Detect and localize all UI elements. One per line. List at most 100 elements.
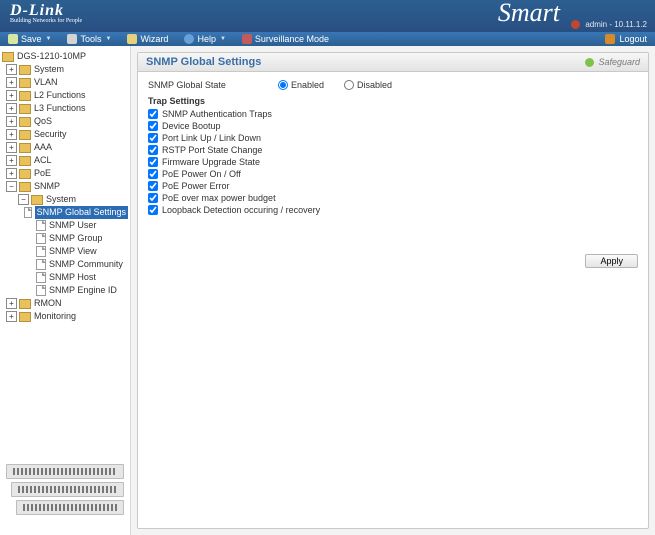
radio-enabled[interactable]: Enabled (278, 80, 324, 90)
help-icon (184, 34, 194, 44)
product-badge: Smart (498, 0, 560, 28)
folder-icon (31, 195, 43, 205)
tree-item-l3-functions[interactable]: +L3 Functions (2, 102, 128, 115)
folder-icon (19, 78, 31, 88)
page-icon (36, 233, 46, 244)
trap-1[interactable]: Device Bootup (148, 120, 638, 132)
radio-disabled-input[interactable] (344, 80, 354, 90)
menu-bar: Save▼ Tools▼ Wizard Help▼ Surveillance M… (0, 32, 655, 46)
folder-icon (19, 169, 31, 179)
toggle-icon[interactable]: − (6, 181, 17, 192)
tree-item-l2-functions[interactable]: +L2 Functions (2, 89, 128, 102)
toggle-icon[interactable]: + (6, 64, 17, 75)
trap-checkbox-7[interactable] (148, 193, 158, 203)
tree-root[interactable]: DGS-1210-10MP (2, 50, 128, 63)
folder-icon (19, 91, 31, 101)
panel-title: SNMP Global Settings (146, 56, 261, 68)
tree-item-aaa[interactable]: +AAA (2, 141, 128, 154)
trap-5[interactable]: PoE Power On / Off (148, 168, 638, 180)
folder-icon (19, 156, 31, 166)
avatar-icon (571, 20, 580, 29)
trap-4[interactable]: Firmware Upgrade State (148, 156, 638, 168)
save-icon (8, 34, 18, 44)
chevron-down-icon: ▼ (105, 36, 111, 42)
menu-wizard[interactable]: Wizard (119, 34, 176, 44)
folder-icon (19, 143, 31, 153)
page-icon (36, 246, 46, 257)
toggle-icon[interactable]: + (6, 311, 17, 322)
toggle-icon[interactable]: + (6, 142, 17, 153)
radio-enabled-input[interactable] (278, 80, 288, 90)
tree-item-qos[interactable]: +QoS (2, 115, 128, 128)
folder-icon (19, 312, 31, 322)
tree-item-vlan[interactable]: +VLAN (2, 76, 128, 89)
menu-tools[interactable]: Tools▼ (59, 34, 119, 44)
logout-button[interactable]: Logout (605, 32, 647, 46)
panel-title-bar: SNMP Global Settings Safeguard (138, 53, 648, 72)
tree-leaf-snmp-host[interactable]: SNMP Host (2, 271, 128, 284)
tree-item-system[interactable]: +System (2, 63, 128, 76)
tree-leaf-snmp-group[interactable]: SNMP Group (2, 232, 128, 245)
logout-icon (605, 34, 615, 44)
trap-checkbox-6[interactable] (148, 181, 158, 191)
page-icon (36, 272, 46, 283)
trap-3[interactable]: RSTP Port State Change (148, 144, 638, 156)
folder-icon (19, 65, 31, 75)
tree-item-snmp-system[interactable]: −System (2, 193, 128, 206)
trap-6[interactable]: PoE Power Error (148, 180, 638, 192)
trap-checkbox-8[interactable] (148, 205, 158, 215)
brand-logo: D-Link Building Networks for People (10, 2, 82, 24)
trap-checkbox-3[interactable] (148, 145, 158, 155)
tree-item-poe[interactable]: +PoE (2, 167, 128, 180)
wizard-icon (127, 34, 137, 44)
menu-surveillance[interactable]: Surveillance Mode (234, 34, 337, 44)
surveillance-icon (242, 34, 252, 44)
toggle-icon[interactable]: + (6, 116, 17, 127)
tree-item-rmon[interactable]: +RMON (2, 297, 128, 310)
tree-leaf-snmp-view[interactable]: SNMP View (2, 245, 128, 258)
trap-0[interactable]: SNMP Authentication Traps (148, 108, 638, 120)
chevron-down-icon: ▼ (46, 36, 52, 42)
toggle-icon[interactable]: + (6, 90, 17, 101)
trap-checkbox-0[interactable] (148, 109, 158, 119)
page-icon (36, 285, 46, 296)
brand-tagline: Building Networks for People (10, 18, 82, 24)
folder-icon (19, 117, 31, 127)
panel-content: SNMP Global State Enabled Disabled Trap … (138, 72, 648, 528)
tree-leaf-snmp-community[interactable]: SNMP Community (2, 258, 128, 271)
toggle-icon[interactable]: − (18, 194, 29, 205)
settings-panel: SNMP Global Settings Safeguard SNMP Glob… (137, 52, 649, 529)
trap-2[interactable]: Port Link Up / Link Down (148, 132, 638, 144)
chevron-down-icon: ▼ (220, 36, 226, 42)
toggle-icon[interactable]: + (6, 298, 17, 309)
page-icon (36, 220, 46, 231)
trap-checkbox-4[interactable] (148, 157, 158, 167)
toggle-icon[interactable]: + (6, 129, 17, 140)
toggle-icon[interactable]: + (6, 77, 17, 88)
tree-leaf-snmp-global-settings[interactable]: SNMP Global Settings (2, 206, 128, 219)
apply-button[interactable]: Apply (585, 254, 638, 268)
folder-icon (2, 52, 14, 62)
safeguard-icon (585, 58, 594, 67)
safeguard-badge: Safeguard (585, 57, 640, 67)
tree-item-monitoring[interactable]: +Monitoring (2, 310, 128, 323)
trap-checkbox-5[interactable] (148, 169, 158, 179)
trap-checkbox-1[interactable] (148, 121, 158, 131)
menu-save[interactable]: Save▼ (0, 34, 59, 44)
tree-leaf-snmp-engine-id[interactable]: SNMP Engine ID (2, 284, 128, 297)
header-bar: D-Link Building Networks for People Smar… (0, 0, 655, 32)
nav-tree: DGS-1210-10MP +System+VLAN+L2 Functions+… (0, 46, 130, 327)
tree-item-snmp[interactable]: −SNMP (2, 180, 128, 193)
trap-8[interactable]: Loopback Detection occuring / recovery (148, 204, 638, 216)
radio-disabled[interactable]: Disabled (344, 80, 392, 90)
tree-item-security[interactable]: +Security (2, 128, 128, 141)
toggle-icon[interactable]: + (6, 155, 17, 166)
tree-leaf-snmp-user[interactable]: SNMP User (2, 219, 128, 232)
toggle-icon[interactable]: + (6, 103, 17, 114)
menu-help[interactable]: Help▼ (176, 34, 233, 44)
trap-checkbox-2[interactable] (148, 133, 158, 143)
tools-icon (67, 34, 77, 44)
tree-item-acl[interactable]: +ACL (2, 154, 128, 167)
toggle-icon[interactable]: + (6, 168, 17, 179)
trap-7[interactable]: PoE over max power budget (148, 192, 638, 204)
